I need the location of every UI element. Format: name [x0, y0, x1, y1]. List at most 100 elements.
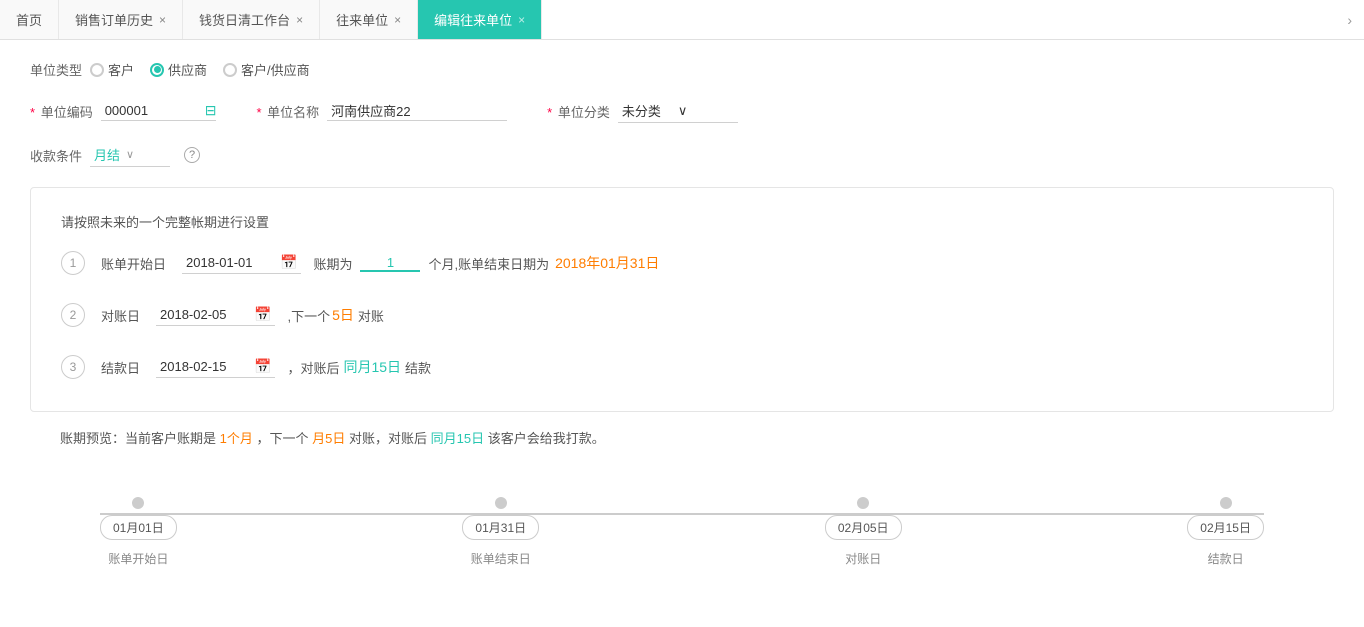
payment-terms-label: 收款条件 [30, 146, 82, 165]
preview-section: 账期预览：当前客户账期是 1个月 ，下一个 月5日 对账，对账后 同月15日 该… [30, 412, 1334, 607]
timeline-dot-2 [495, 497, 507, 509]
tab-cashflow[interactable]: 钱货日清工作台 × [183, 0, 320, 39]
tab-cashflow-close[interactable]: × [296, 13, 303, 27]
preview-text2: ，下一个 [257, 431, 309, 446]
required-star-name: * [256, 105, 261, 120]
dropdown-arrow-icon: ∨ [678, 103, 734, 119]
timeline-nodes: 01月01日 账单开始日 01月31日 账单结束日 02月05日 对账日 [100, 497, 1264, 567]
tab-cashflow-label: 钱货日清工作台 [199, 10, 290, 29]
row1-highlight: 2018年01月31日 [555, 253, 659, 273]
radio-both[interactable]: 客户/供应商 [223, 60, 310, 79]
row-label-3: 结款日 [101, 358, 140, 377]
preview-label: 账期预览：当前客户账期是 [60, 431, 216, 446]
tab-partner-label: 往来单位 [336, 10, 388, 29]
row3-highlight: 同月15日 [343, 357, 401, 377]
settings-title: 请按照未来的一个完整帐期进行设置 [61, 212, 1303, 231]
row3-suffix: 结款 [405, 358, 431, 377]
timeline-node-2: 01月31日 账单结束日 [462, 497, 539, 567]
unit-name-group: * 单位名称 [256, 101, 507, 121]
setting-row-1: 1 账单开始日 📅 账期为 个月,账单结束日期为 2018年01月31日 [61, 251, 1303, 275]
payment-terms-group: 收款条件 月结 ∨ ? [30, 143, 200, 167]
date-input-3: 📅 [156, 356, 275, 378]
timeline-label-3: 对账日 [845, 550, 881, 567]
radio-customer-circle [90, 63, 104, 77]
timeline-pill-2: 01月31日 [462, 515, 539, 540]
unit-name-input[interactable] [327, 101, 507, 121]
tab-edit-partner-close[interactable]: × [518, 13, 525, 27]
period-input[interactable] [360, 255, 420, 272]
preview-text: 账期预览：当前客户账期是 1个月 ，下一个 月5日 对账，对账后 同月15日 该… [60, 428, 1304, 447]
tab-home[interactable]: 首页 [0, 0, 59, 39]
required-star-code: * [30, 105, 35, 120]
row1-suffix-before: 账期为 [313, 254, 352, 273]
unit-info-row: * 单位编码 ⊟ * 单位名称 * 单位分类 未分类 ∨ [30, 99, 1334, 123]
timeline-node-1: 01月01日 账单开始日 [100, 497, 177, 567]
radio-customer[interactable]: 客户 [90, 60, 134, 79]
tab-edit-partner-label: 编辑往来单位 [434, 10, 512, 29]
unit-category-value: 未分类 [622, 101, 678, 120]
setting-row-2: 2 对账日 📅 ,下一个 5日 对账 [61, 303, 1303, 327]
row2-suffix: 对账 [358, 306, 384, 325]
radio-supplier-circle [150, 63, 164, 77]
preview-text3: 对账，对账后 [349, 431, 427, 446]
row1-suffix: 个月,账单结束日期为 [428, 254, 549, 273]
payment-terms-value: 月结 [94, 145, 120, 164]
tab-sales-history-close[interactable]: × [159, 13, 166, 27]
radio-supplier[interactable]: 供应商 [150, 60, 207, 79]
timeline-label-1: 账单开始日 [108, 550, 168, 567]
unit-category-select[interactable]: 未分类 ∨ [618, 99, 738, 123]
row-label-1: 账单开始日 [101, 254, 166, 273]
timeline-pill-1: 01月01日 [100, 515, 177, 540]
radio-both-circle [223, 63, 237, 77]
timeline-pill-4: 02月15日 [1187, 515, 1264, 540]
tab-more-button[interactable]: › [1335, 0, 1364, 39]
radio-group: 客户 供应商 客户/供应商 [90, 60, 310, 79]
row2-prefix: ,下一个 [287, 306, 330, 325]
date-field-2[interactable] [160, 307, 250, 322]
page-content: 单位类型 客户 供应商 客户/供应商 * 单位编码 [0, 40, 1364, 627]
unit-name-label: * 单位名称 [256, 102, 319, 121]
payment-terms-arrow-icon: ∨ [126, 148, 134, 161]
unit-code-input-wrap: ⊟ [101, 101, 217, 121]
timeline-dot-3 [857, 497, 869, 509]
required-star-cat: * [547, 105, 552, 120]
tab-edit-partner[interactable]: 编辑往来单位 × [418, 0, 542, 39]
unit-type-row: 单位类型 客户 供应商 客户/供应商 [30, 60, 1334, 79]
timeline-node-3: 02月05日 对账日 [825, 497, 902, 567]
calendar-icon-2[interactable]: 📅 [254, 306, 271, 323]
radio-both-label: 客户/供应商 [241, 60, 310, 79]
row3-prefix: ，对账后 [287, 358, 339, 377]
date-field-1[interactable] [186, 255, 276, 270]
unit-type-label: 单位类型 [30, 60, 82, 79]
tab-sales-history[interactable]: 销售订单历史 × [59, 0, 183, 39]
payment-terms-row: 收款条件 月结 ∨ ? [30, 143, 1334, 167]
calendar-icon-3[interactable]: 📅 [254, 358, 271, 375]
tab-bar: 首页 销售订单历史 × 钱货日清工作台 × 往来单位 × 编辑往来单位 × › [0, 0, 1364, 40]
unit-code-label: * 单位编码 [30, 102, 93, 121]
date-field-3[interactable] [160, 359, 250, 374]
timeline-label-2: 账单结束日 [471, 550, 531, 567]
help-icon[interactable]: ? [184, 147, 200, 163]
unit-category-group: * 单位分类 未分类 ∨ [547, 99, 738, 123]
copy-icon[interactable]: ⊟ [205, 102, 217, 119]
chevron-right-icon: › [1347, 12, 1352, 28]
row-num-1: 1 [61, 251, 85, 275]
row-num-3: 3 [61, 355, 85, 379]
tab-home-label: 首页 [16, 10, 42, 29]
unit-code-group: * 单位编码 ⊟ [30, 101, 216, 121]
unit-code-input[interactable] [101, 101, 201, 120]
radio-supplier-label: 供应商 [168, 60, 207, 79]
payment-terms-dropdown[interactable]: 月结 ∨ [90, 143, 170, 167]
setting-row-3: 3 结款日 📅 ，对账后 同月15日 结款 [61, 355, 1303, 379]
timeline-node-4: 02月15日 结款日 [1187, 497, 1264, 567]
calendar-icon-1[interactable]: 📅 [280, 254, 297, 271]
radio-customer-label: 客户 [108, 60, 134, 79]
preview-text4: 该客户会给我打款。 [488, 431, 605, 446]
tab-partner-close[interactable]: × [394, 13, 401, 27]
timeline-pill-3: 02月05日 [825, 515, 902, 540]
timeline-label-4: 结款日 [1208, 550, 1244, 567]
timeline-dot-1 [132, 497, 144, 509]
row-num-2: 2 [61, 303, 85, 327]
timeline-wrap: 01月01日 账单开始日 01月31日 账单结束日 02月05日 对账日 [60, 477, 1304, 607]
tab-partner[interactable]: 往来单位 × [320, 0, 418, 39]
